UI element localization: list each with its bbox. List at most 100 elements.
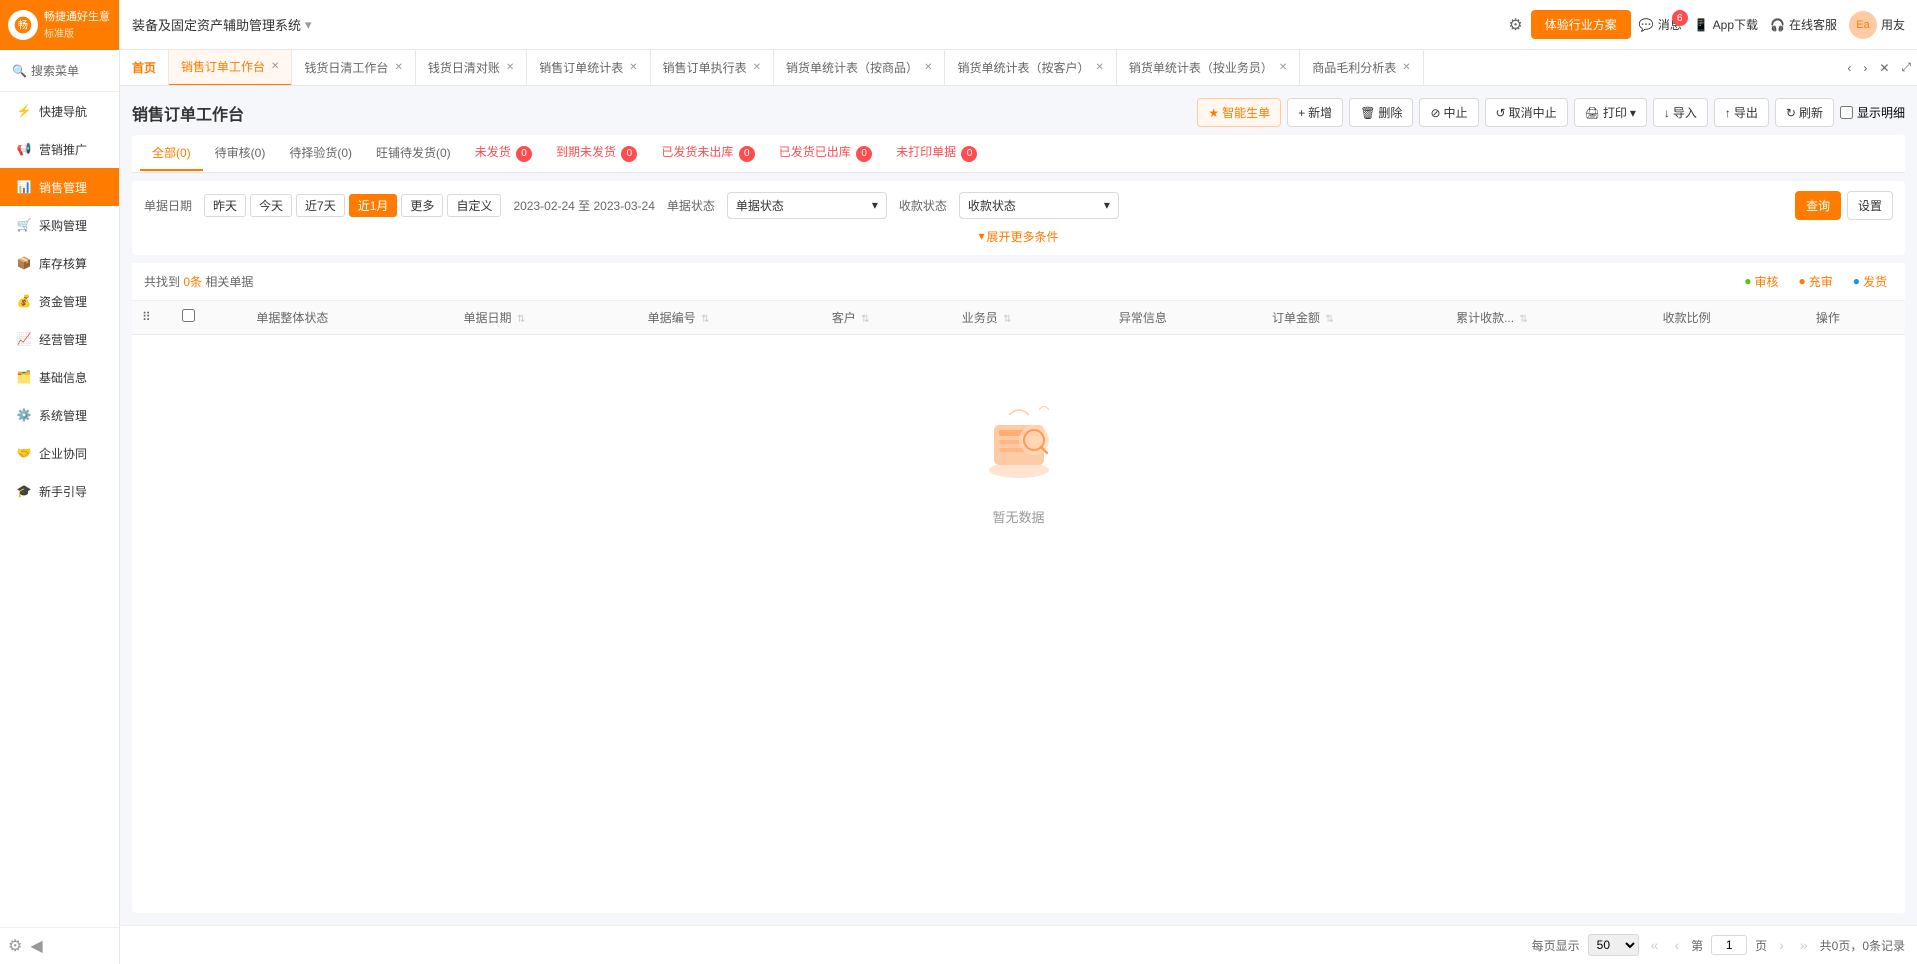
show-detail-checkbox-area[interactable]: 显示明细: [1840, 104, 1905, 121]
review-action-button[interactable]: ● 审核: [1738, 271, 1784, 292]
sidebar-collapse-button[interactable]: ◀: [30, 936, 42, 956]
tab-sales-order[interactable]: 销售订单工作台 ✕: [169, 50, 292, 86]
tab-close-cash-reconcile[interactable]: ✕: [506, 62, 514, 73]
refresh-button[interactable]: ↻ 刷新: [1775, 98, 1834, 127]
date-custom-button[interactable]: 自定义: [447, 194, 501, 217]
tab-close-sales-summary-customer[interactable]: ✕: [1095, 62, 1103, 73]
sub-tab-not-shipped[interactable]: 未发货 0: [463, 135, 544, 172]
sidebar-item-finance[interactable]: 💰 资金管理: [0, 282, 119, 320]
online-service-button[interactable]: 🎧 在线客服: [1770, 16, 1837, 33]
print-button[interactable]: 🖨 打印 ▾: [1574, 98, 1647, 127]
tab-scroll-right-button[interactable]: ›: [1857, 50, 1873, 86]
sub-tab-not-printed[interactable]: 未打印单据 0: [884, 135, 989, 172]
sidebar-item-operations[interactable]: 📈 经营管理: [0, 320, 119, 358]
th-date[interactable]: 单据日期 ⇅: [454, 301, 638, 335]
review-label: 审核: [1754, 273, 1778, 290]
tab-close-sales-summary-product[interactable]: ✕: [924, 62, 932, 73]
tab-close-sales-order[interactable]: ✕: [271, 61, 279, 72]
tab-sales-summary-product[interactable]: 销货单统计表（按商品） ✕: [774, 50, 945, 86]
sidebar-item-sales[interactable]: 📊 销售管理: [0, 168, 119, 206]
next-page-button[interactable]: ›: [1775, 935, 1788, 955]
tab-close-product-margin[interactable]: ✕: [1402, 62, 1410, 73]
select-all-checkbox[interactable]: [182, 309, 195, 322]
add-button[interactable]: + 新增: [1287, 98, 1343, 127]
tab-product-margin[interactable]: 商品毛利分析表 ✕: [1300, 50, 1423, 86]
date-7days-button[interactable]: 近7天: [296, 194, 345, 217]
tab-sales-stat[interactable]: 销售订单统计表 ✕: [527, 50, 650, 86]
first-page-button[interactable]: «: [1647, 935, 1663, 955]
delete-button[interactable]: 🗑 删除: [1349, 98, 1413, 127]
sub-tab-pending-review[interactable]: 待审核(0): [203, 136, 278, 171]
th-customer-label: 客户: [832, 311, 856, 325]
tab-close-cash-daily[interactable]: ✕: [394, 62, 402, 73]
tab-close-all-button[interactable]: ✕: [1873, 50, 1895, 86]
sidebar-settings-button[interactable]: ⚙: [8, 936, 22, 956]
sub-tab-all[interactable]: 全部(0): [140, 136, 203, 171]
th-salesperson[interactable]: 业务员 ⇅: [952, 301, 1109, 335]
sidebar-item-guide[interactable]: 🎓 新手引导: [0, 472, 119, 510]
export-button[interactable]: ↑ 导出: [1714, 98, 1769, 127]
tab-sales-summary-staff[interactable]: 销货单统计表（按业务员） ✕: [1117, 50, 1300, 86]
th-customer[interactable]: 客户 ⇅: [822, 301, 952, 335]
topbar-settings-button[interactable]: ⚙: [1508, 15, 1522, 35]
tab-scroll-left-button[interactable]: ‹: [1841, 50, 1857, 86]
last-page-button[interactable]: »: [1796, 935, 1812, 955]
stop-button[interactable]: ⊘ 中止: [1419, 98, 1478, 127]
sub-tab-overdue-not-shipped[interactable]: 到期未发货 0: [544, 135, 649, 172]
message-button[interactable]: 💬 消息 6: [1639, 16, 1682, 33]
th-amount[interactable]: 订单金额 ⇅: [1262, 301, 1446, 335]
date-yesterday-button[interactable]: 昨天: [204, 194, 246, 217]
tab-maximize-button[interactable]: ⤢: [1895, 50, 1917, 86]
sidebar-item-purchase[interactable]: 🛒 采购管理: [0, 206, 119, 244]
tab-close-sales-summary-staff[interactable]: ✕: [1279, 62, 1287, 73]
sub-tab-shipped-not-out[interactable]: 已发货未出库 0: [649, 135, 766, 172]
sidebar-item-quick-nav[interactable]: ⚡ 快捷导航: [0, 92, 119, 130]
date-1month-button[interactable]: 近1月: [349, 194, 398, 217]
tab-cash-daily[interactable]: 钱货日清工作台 ✕: [292, 50, 415, 86]
status-filter-select[interactable]: 单据状态 ▾: [727, 192, 887, 219]
import-button[interactable]: ↓ 导入: [1653, 98, 1708, 127]
user-menu-button[interactable]: Ea 用友: [1849, 11, 1905, 39]
filter-row-1: 单据日期 昨天 今天 近7天 近1月 更多 自定义 2023-02-24 至 2…: [144, 191, 1893, 220]
smart-create-button[interactable]: ★ 智能生单: [1197, 98, 1281, 127]
sub-tab-wangpu-pending[interactable]: 旺铺待发货(0): [364, 136, 463, 171]
export-icon: ↑: [1725, 106, 1731, 120]
tab-sales-exec[interactable]: 销售订单执行表 ✕: [651, 50, 774, 86]
date-more-button[interactable]: 更多: [401, 194, 443, 217]
tab-home[interactable]: 首页: [120, 50, 169, 86]
count-value: 0条: [183, 275, 205, 289]
cancel-stop-button[interactable]: ↺ 取消中止: [1485, 98, 1568, 127]
th-ratio-label: 收款比例: [1663, 311, 1711, 325]
th-collected[interactable]: 累计收款... ⇅: [1446, 301, 1653, 335]
date-today-button[interactable]: 今天: [250, 194, 292, 217]
sidebar-search-button[interactable]: 🔍 搜索菜单: [8, 58, 111, 83]
sidebar-item-cooperation[interactable]: 🤝 企业协同: [0, 434, 119, 472]
sidebar-item-marketing[interactable]: 📢 营销推广: [0, 130, 119, 168]
sidebar-item-inventory[interactable]: 📦 库存核算: [0, 244, 119, 282]
sidebar-item-system[interactable]: ⚙️ 系统管理: [0, 396, 119, 434]
query-button[interactable]: 查询: [1795, 191, 1841, 220]
tab-cash-reconcile[interactable]: 钱货日清对账 ✕: [416, 50, 527, 86]
page-number-input[interactable]: [1711, 935, 1747, 955]
filter-settings-button[interactable]: 设置: [1847, 191, 1893, 220]
ship-action-button[interactable]: ● 发货: [1847, 271, 1893, 292]
show-detail-checkbox[interactable]: [1840, 106, 1853, 119]
tab-close-sales-exec[interactable]: ✕: [753, 62, 761, 73]
expand-filter-button[interactable]: ▾ 展开更多条件: [978, 228, 1058, 245]
app-download-button[interactable]: 📱 App下载: [1694, 16, 1758, 33]
tab-close-sales-stat[interactable]: ✕: [629, 62, 637, 73]
cancel-review-action-button[interactable]: ● 充审: [1792, 271, 1838, 292]
th-number[interactable]: 单据编号 ⇅: [638, 301, 822, 335]
page-size-select[interactable]: 10 20 50 100: [1588, 934, 1639, 956]
sidebar-item-basic-info[interactable]: 🗂️ 基础信息: [0, 358, 119, 396]
refresh-icon: ↻: [1786, 106, 1796, 120]
sub-tab-wangpu-pending-label: 旺铺待发货(0): [376, 146, 451, 160]
payment-filter-select[interactable]: 收款状态 ▾: [959, 192, 1119, 219]
tab-sales-summary-customer[interactable]: 销货单统计表（按客户） ✕: [945, 50, 1116, 86]
sub-tab-pending-inspect[interactable]: 待择验货(0): [277, 136, 364, 171]
industry-solution-button[interactable]: 体验行业方案: [1531, 10, 1631, 39]
stop-icon: ⊘: [1430, 106, 1440, 120]
sub-tab-shipped-out[interactable]: 已发货已出库 0: [767, 135, 884, 172]
th-checkbox-select[interactable]: [172, 301, 246, 335]
prev-page-button[interactable]: ‹: [1670, 935, 1683, 955]
